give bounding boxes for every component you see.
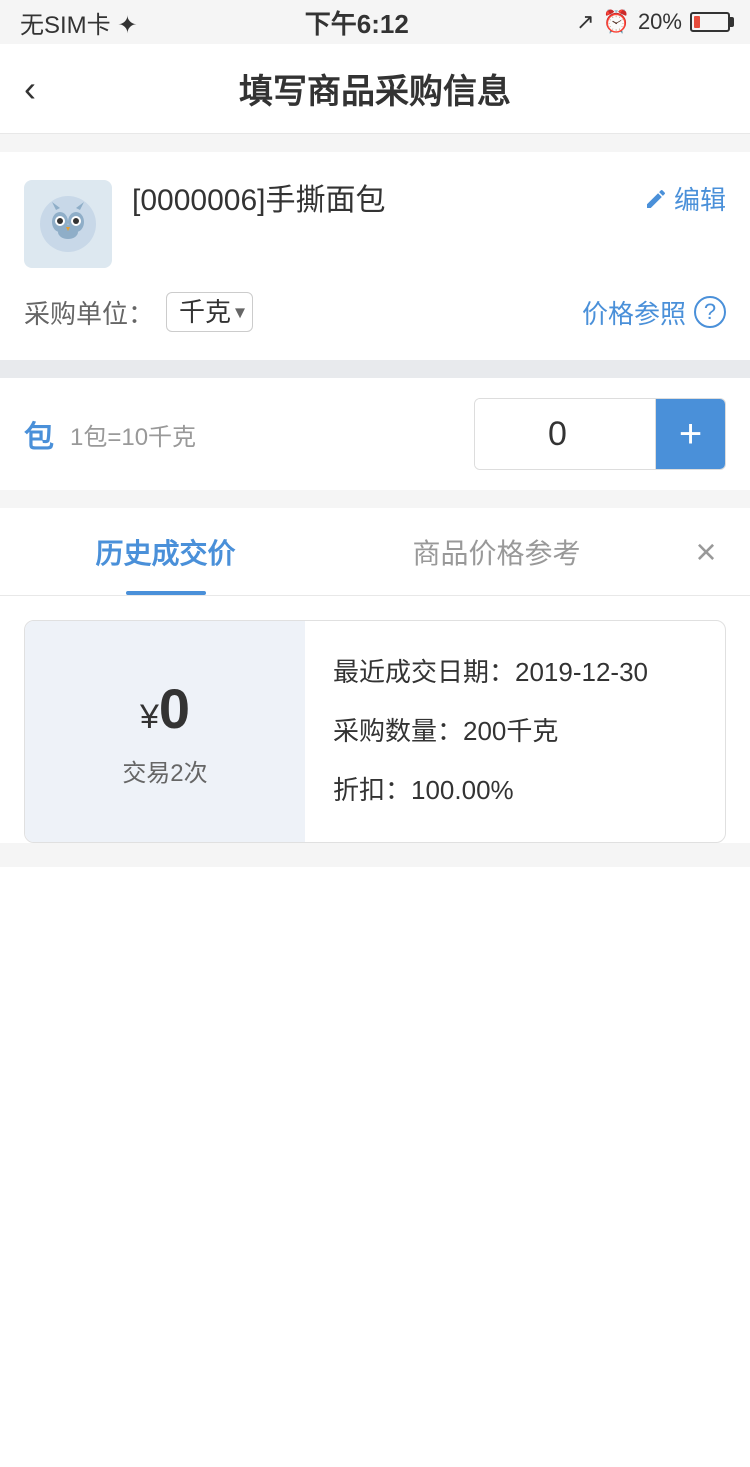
tab-close-button[interactable]: × [662,508,750,596]
help-icon: ? [694,296,726,328]
price-trades: 交易2次 [122,753,207,788]
page-title: 填写商品采购信息 [239,64,511,113]
product-card: [0000006]手撕面包 编辑 采购单位： 千克 包 价格参照 ? [0,152,750,360]
tabs-panel: 历史成交价 商品价格参考 × ¥0 交易2次 最近成交日期：2019-12-30… [0,508,750,843]
price-left-panel: ¥0 交易2次 [25,621,305,842]
product-header: [0000006]手撕面包 编辑 [24,180,726,268]
quantity-row: 包 1包=10千克 + [0,378,750,490]
price-amount: ¥0 [140,676,190,741]
price-card: ¥0 交易2次 最近成交日期：2019-12-30 采购数量：200千克 折扣：… [24,620,726,843]
unit-label: 采购单位： [24,294,154,331]
status-bar: 无SIM卡 ✦ 下午6:12 ↗ ⏰ 20% [0,0,750,44]
product-name: [0000006]手撕面包 [132,180,385,222]
tab-active-indicator [126,591,206,595]
tabs-header: 历史成交价 商品价格参考 × [0,508,750,596]
price-right-panel: 最近成交日期：2019-12-30 采购数量：200千克 折扣：100.00% [305,621,725,842]
price-ref-button[interactable]: 价格参照 ? [582,294,726,331]
price-quantity-row: 采购数量：200千克 [333,712,697,751]
status-right: ↗ ⏰ 20% [576,9,730,35]
product-info: [0000006]手撕面包 [132,180,385,222]
section-divider [0,360,750,378]
status-time: 下午6:12 [305,4,409,41]
package-unit: 包 [24,412,54,456]
battery-icon [690,12,730,32]
unit-conversion: 1包=10千克 [70,417,196,452]
price-ref-label: 价格参照 [582,294,686,331]
tab-history-price[interactable]: 历史成交价 [0,508,331,595]
carrier-text: 无SIM卡 ✦ [20,5,137,40]
unit-select[interactable]: 千克 包 [166,292,253,332]
back-button[interactable]: ‹ [24,68,36,110]
unit-select-wrap[interactable]: 千克 包 [166,292,253,332]
nav-bar: ‹ 填写商品采购信息 [0,44,750,134]
edit-icon [644,187,668,211]
quantity-label: 包 1包=10千克 [24,412,196,456]
quantity-input[interactable] [475,399,655,469]
battery-percent: 20% [638,9,682,35]
tab-price-reference[interactable]: 商品价格参考 [331,508,662,595]
product-thumbnail [24,180,112,268]
quantity-control: + [474,398,726,470]
quantity-plus-button[interactable]: + [655,399,725,469]
owl-icon [38,194,98,254]
price-date-row: 最近成交日期：2019-12-30 [333,653,697,692]
product-meta: 采购单位： 千克 包 价格参照 ? [24,292,726,332]
unit-row: 采购单位： 千克 包 [24,292,253,332]
location-icon: ↗ [576,9,594,35]
edit-button[interactable]: 编辑 [644,180,726,217]
product-left: [0000006]手撕面包 [24,180,385,268]
price-discount-row: 折扣：100.00% [333,771,697,810]
status-left: 无SIM卡 ✦ [20,5,137,40]
alarm-icon: ⏰ [603,9,630,35]
white-space [0,867,750,1467]
